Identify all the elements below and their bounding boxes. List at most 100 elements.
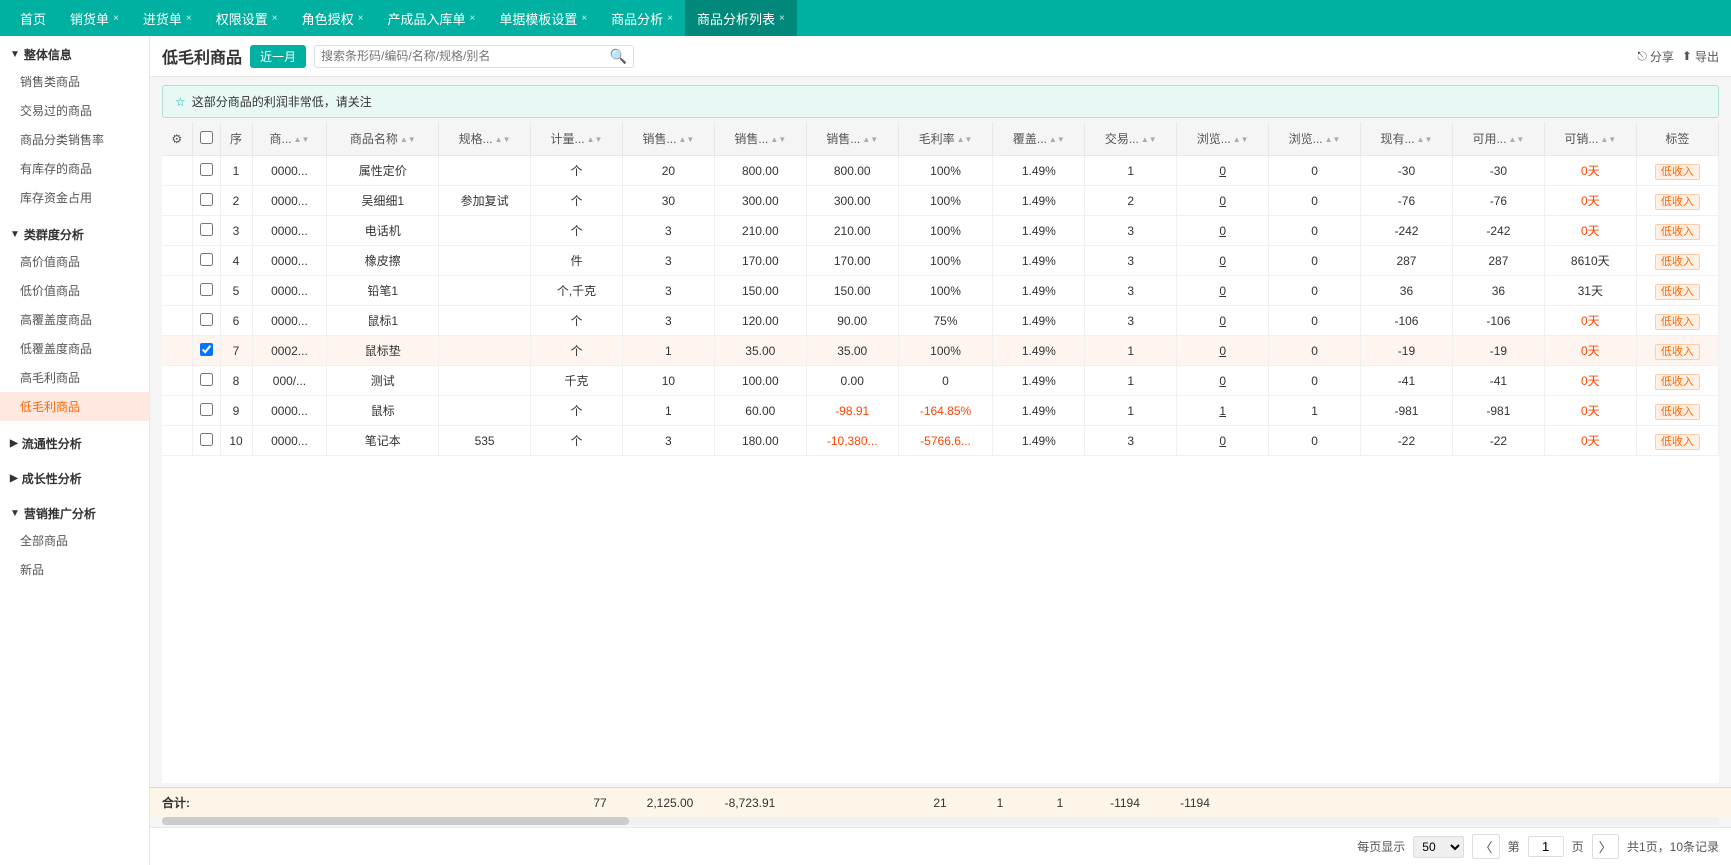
cell-check[interactable] [192,186,220,216]
horizontal-scrollbar[interactable] [162,817,1719,825]
cell-check[interactable] [192,336,220,366]
nav-permission[interactable]: 权限设置 × [204,0,290,36]
col-header-sales-qty[interactable]: 销售...▲▼ [622,122,714,156]
close-purchase-icon[interactable]: × [186,13,192,24]
views1-link[interactable]: 0 [1219,164,1226,178]
views1-link[interactable]: 0 [1219,284,1226,298]
sidebar-item-traded-goods[interactable]: 交易过的商品 [0,96,149,125]
col-header-transaction[interactable]: 交易...▲▼ [1085,122,1177,156]
scrollbar-thumb[interactable] [162,817,629,825]
page-number-input[interactable] [1528,836,1564,857]
col-header-check[interactable] [192,122,220,156]
sidebar-item-low-value[interactable]: 低价值商品 [0,276,149,305]
share-button[interactable]: ⎋ 分享 [1637,48,1674,65]
prev-page-button[interactable]: 〈 [1472,834,1499,859]
check-all-checkbox[interactable] [200,131,213,144]
data-table-container[interactable]: ⚙ 序 商...▲▼ 商品名称▲▼ 规格...▲▼ 计量...▲▼ 销售...▲… [162,122,1719,783]
cell-views1[interactable]: 0 [1177,276,1269,306]
col-header-saleable[interactable]: 可销...▲▼ [1544,122,1636,156]
cell-check[interactable] [192,306,220,336]
col-header-coverage[interactable]: 覆盖...▲▼ [993,122,1085,156]
cell-views1[interactable]: 0 [1177,336,1269,366]
cell-views1[interactable]: 0 [1177,216,1269,246]
row-checkbox[interactable] [200,313,213,326]
col-header-gross-margin[interactable]: 毛利率▲▼ [898,122,993,156]
nav-goods-analysis-list[interactable]: 商品分析列表 × [685,0,797,36]
views1-link[interactable]: 0 [1219,434,1226,448]
cell-check[interactable] [192,156,220,186]
views1-link[interactable]: 0 [1219,374,1226,388]
row-checkbox[interactable] [200,283,213,296]
col-header-current-stock[interactable]: 现有...▲▼ [1361,122,1453,156]
col-header-code[interactable]: 商...▲▼ [252,122,327,156]
nav-product-entry[interactable]: 产成品入库单 × [375,0,487,36]
sidebar-item-in-stock[interactable]: 有库存的商品 [0,154,149,183]
close-permission-icon[interactable]: × [272,13,278,24]
sidebar-group-circulation[interactable]: ▶ 流通性分析 [0,429,149,456]
cell-views1[interactable]: 0 [1177,426,1269,456]
views1-link[interactable]: 0 [1219,314,1226,328]
nav-goods-analysis[interactable]: 商品分析 × [599,0,685,36]
cell-check[interactable] [192,216,220,246]
row-checkbox[interactable] [200,223,213,236]
cell-views1[interactable]: 0 [1177,246,1269,276]
views1-link[interactable]: 0 [1219,224,1226,238]
cell-views1[interactable]: 1 [1177,396,1269,426]
export-button[interactable]: ⬆ 导出 [1682,48,1719,65]
nav-sales[interactable]: 销货单 × [58,0,131,36]
row-checkbox[interactable] [200,253,213,266]
sidebar-group-marketing[interactable]: ▼ 营销推广分析 [0,499,149,526]
next-page-button[interactable]: 〉 [1592,834,1619,859]
col-header-views1[interactable]: 浏览...▲▼ [1177,122,1269,156]
col-header-name[interactable]: 商品名称▲▼ [327,122,439,156]
nav-home[interactable]: 首页 [8,0,58,36]
cell-check[interactable] [192,426,220,456]
col-header-sales-price[interactable]: 销售...▲▼ [714,122,806,156]
col-header-settings[interactable]: ⚙ [162,122,192,156]
sidebar-item-new-goods[interactable]: 新品 [0,555,149,584]
cell-check[interactable] [192,276,220,306]
views1-link[interactable]: 0 [1219,344,1226,358]
sidebar-item-all-goods[interactable]: 全部商品 [0,526,149,555]
cell-views1[interactable]: 0 [1177,306,1269,336]
row-checkbox[interactable] [200,373,213,386]
cell-views1[interactable]: 0 [1177,186,1269,216]
sidebar-group-cluster[interactable]: ▼ 类群度分析 [0,220,149,247]
row-checkbox[interactable] [200,193,213,206]
search-input[interactable] [321,49,610,63]
row-checkbox[interactable] [200,403,213,416]
close-product-entry-icon[interactable]: × [469,13,475,24]
nav-role[interactable]: 角色授权 × [290,0,376,36]
close-role-icon[interactable]: × [358,13,364,24]
col-header-available[interactable]: 可用...▲▼ [1452,122,1544,156]
views1-link[interactable]: 0 [1219,254,1226,268]
cell-check[interactable] [192,396,220,426]
views1-link[interactable]: 0 [1219,194,1226,208]
nav-purchase[interactable]: 进货单 × [131,0,204,36]
cell-views1[interactable]: 0 [1177,156,1269,186]
sidebar-group-overall[interactable]: ▼ 整体信息 [0,40,149,67]
cell-views1[interactable]: 0 [1177,366,1269,396]
sidebar-item-category-rate[interactable]: 商品分类销售率 [0,125,149,154]
col-header-views2[interactable]: 浏览...▲▼ [1269,122,1361,156]
close-sales-icon[interactable]: × [113,13,119,24]
row-checkbox[interactable] [200,433,213,446]
nav-template[interactable]: 单据模板设置 × [487,0,599,36]
search-icon[interactable]: 🔍 [610,48,627,65]
close-template-icon[interactable]: × [581,13,587,24]
sidebar-item-stock-capital[interactable]: 库存资金占用 [0,183,149,212]
sidebar-item-sales-goods[interactable]: 销售类商品 [0,67,149,96]
sidebar-group-growth[interactable]: ▶ 成长性分析 [0,464,149,491]
sidebar-item-high-value[interactable]: 高价值商品 [0,247,149,276]
cell-check[interactable] [192,366,220,396]
col-header-spec[interactable]: 规格...▲▼ [439,122,531,156]
cell-check[interactable] [192,246,220,276]
close-goods-analysis-icon[interactable]: × [667,13,673,24]
col-header-unit[interactable]: 计量...▲▼ [531,122,623,156]
page-size-select[interactable]: 50 20 100 [1413,836,1464,858]
time-filter-button[interactable]: 近一月 [250,45,306,68]
col-header-sales-profit[interactable]: 销售...▲▼ [806,122,898,156]
row-checkbox[interactable] [200,343,213,356]
views1-link[interactable]: 1 [1219,404,1226,418]
row-checkbox[interactable] [200,163,213,176]
